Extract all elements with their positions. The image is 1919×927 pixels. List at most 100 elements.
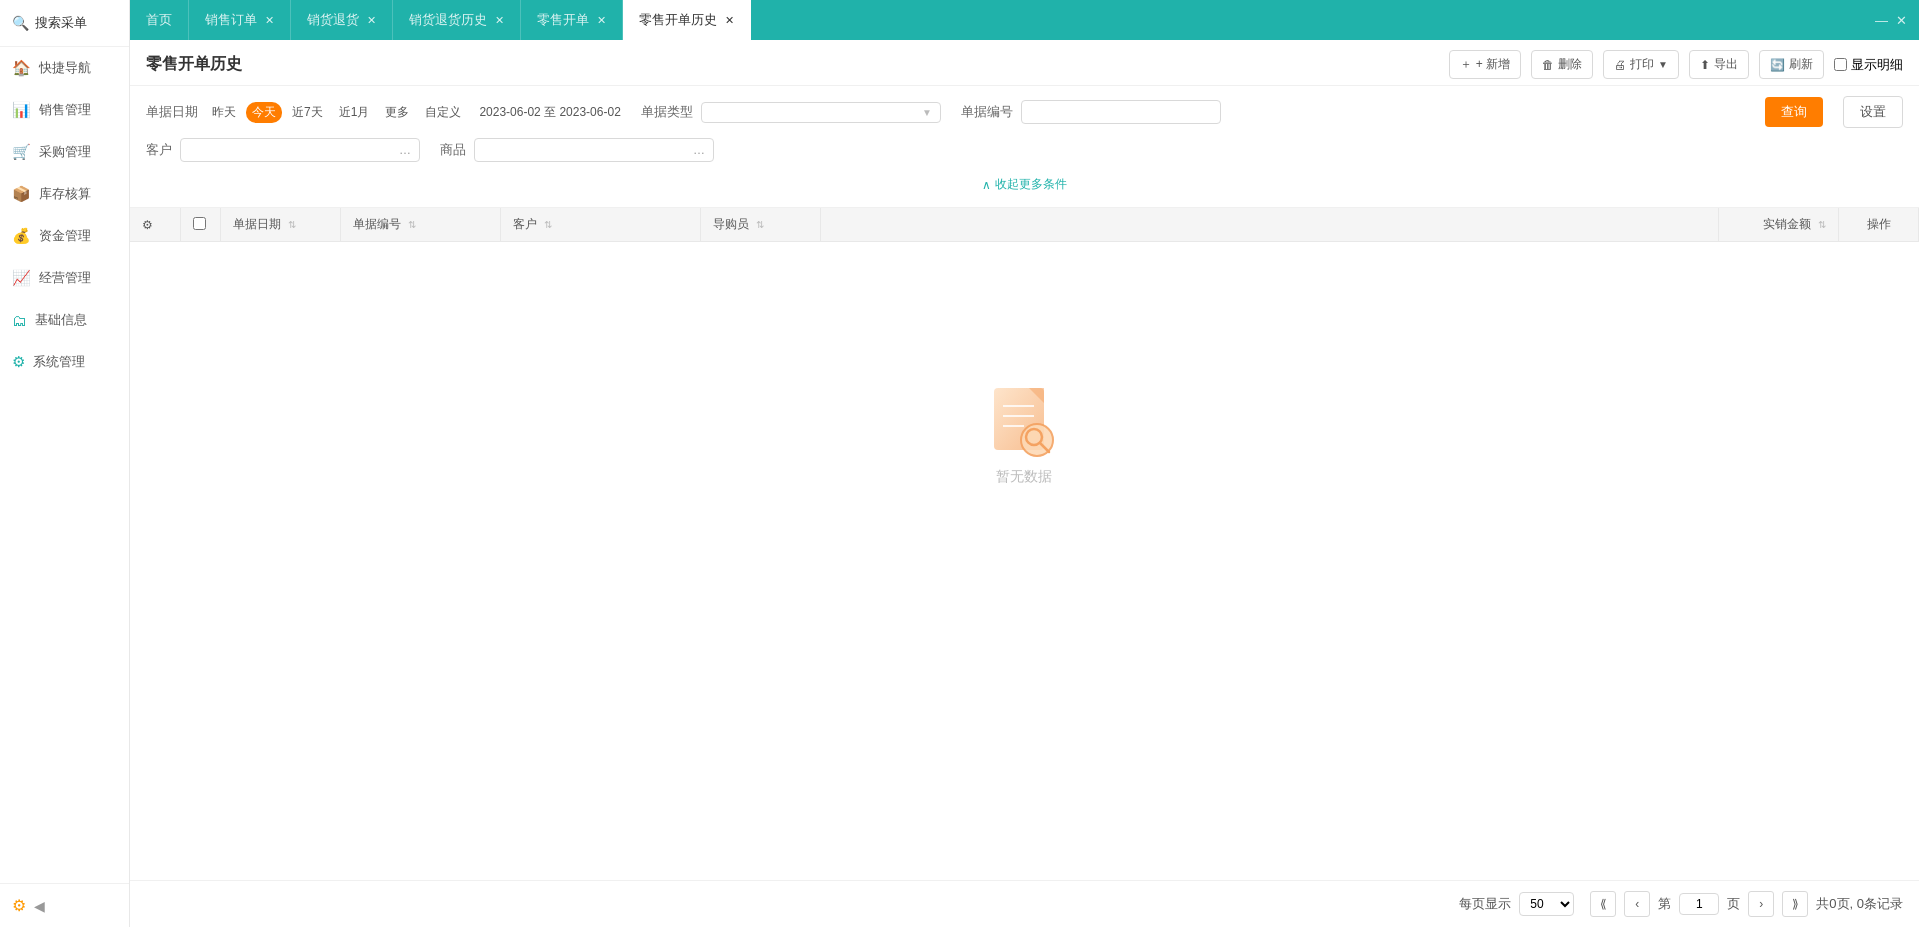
tab-close-sales-order[interactable]: ✕: [265, 14, 274, 27]
amount-sort-icon[interactable]: ⇅: [1818, 219, 1826, 230]
sidebar-item-finance[interactable]: 💰资金管理: [0, 215, 129, 257]
type-dropdown-icon: ▼: [922, 107, 932, 118]
th-checkbox: [180, 208, 220, 242]
select-all-checkbox[interactable]: [193, 217, 206, 230]
tab-close-retail-history[interactable]: ✕: [725, 14, 734, 27]
tab-bar-wrapper: 首页销售订单✕销货退货✕销货退货历史✕零售开单✕零售开单历史✕: [130, 0, 1863, 40]
empty-state: 暂无数据: [130, 242, 1919, 622]
tab-close-sales-return-history[interactable]: ✕: [495, 14, 504, 27]
delete-button[interactable]: 🗑 删除: [1531, 50, 1593, 79]
first-page-button[interactable]: ⟪: [1590, 891, 1616, 917]
filter-goods: 商品 …: [440, 138, 714, 162]
sales-mgmt-label: 销售管理: [39, 101, 91, 119]
type-label: 单据类型: [641, 103, 693, 121]
date-sort-icon[interactable]: ⇅: [288, 219, 296, 230]
goods-input[interactable]: …: [474, 138, 714, 162]
collapse-bar[interactable]: ∧ 收起更多条件: [146, 172, 1903, 197]
sidebar-item-base-info[interactable]: 🗂基础信息: [0, 299, 129, 341]
tab-sales-order[interactable]: 销售订单 ✕: [189, 0, 291, 40]
date-opt-more[interactable]: 更多: [379, 102, 415, 123]
page-label-before: 第: [1658, 895, 1671, 913]
sys-mgmt-label: 系统管理: [33, 353, 85, 371]
empty-state-cell: 暂无数据: [130, 242, 1919, 623]
tab-close-sales-return[interactable]: ✕: [367, 14, 376, 27]
th-spacer: [820, 208, 1719, 242]
date-opt-1month[interactable]: 近1月: [333, 102, 376, 123]
filter-customer: 客户 …: [146, 138, 420, 162]
th-customer: 客户 ⇅: [500, 208, 700, 242]
sidebar-item-sys-mgmt[interactable]: ⚙系统管理: [0, 341, 129, 383]
collapse-up-icon: ∧: [982, 178, 991, 192]
export-button[interactable]: ⬆ 导出: [1689, 50, 1749, 79]
tab-label-sales-return-history: 销货退货历史: [409, 11, 487, 29]
tab-label-sales-order: 销售订单: [205, 11, 257, 29]
filter-row-2: 客户 … 商品 …: [146, 138, 1903, 162]
settings-col-icon[interactable]: ⚙: [142, 218, 153, 232]
tab-close-retail-open[interactable]: ✕: [597, 14, 606, 27]
refresh-button[interactable]: 🔄 刷新: [1759, 50, 1824, 79]
date-opt-today[interactable]: 今天: [246, 102, 282, 123]
empty-illustration: [979, 378, 1069, 468]
customer-sort-icon[interactable]: ⇅: [544, 219, 552, 230]
goods-label: 商品: [440, 141, 466, 159]
date-opt-yesterday[interactable]: 昨天: [206, 102, 242, 123]
window-close-icon[interactable]: ✕: [1896, 13, 1907, 28]
tab-retail-history[interactable]: 零售开单历史✕: [623, 0, 751, 40]
date-opt-7days[interactable]: 近7天: [286, 102, 329, 123]
date-opt-custom[interactable]: 自定义: [419, 102, 467, 123]
filter-date: 单据日期 昨天 今天 近7天 近1月 更多 自定义 2023-06-02 至 2…: [146, 102, 621, 123]
order-no-sort-icon[interactable]: ⇅: [408, 219, 416, 230]
next-page-button[interactable]: ›: [1748, 891, 1774, 917]
tab-sales-return-history[interactable]: 销货退货历史 ✕: [393, 0, 521, 40]
inventory-label: 库存核算: [39, 185, 91, 203]
th-guide: 导购员 ⇅: [700, 208, 820, 242]
last-page-button[interactable]: ⟫: [1782, 891, 1808, 917]
window-minimize-icon[interactable]: —: [1875, 13, 1888, 28]
sidebar-item-operations[interactable]: 📈经营管理: [0, 257, 129, 299]
tab-label-retail-open: 零售开单: [537, 11, 589, 29]
print-button[interactable]: 🖨 打印 ▼: [1603, 50, 1679, 79]
total-label: 共0页, 0条记录: [1816, 895, 1903, 913]
prev-page-button[interactable]: ‹: [1624, 891, 1650, 917]
collapse-icon[interactable]: ◀: [34, 898, 45, 914]
sidebar-item-quick-nav[interactable]: 🏠 快捷导航: [0, 47, 129, 89]
order-no-input[interactable]: [1021, 100, 1221, 124]
sidebar-search-label: 搜索采单: [35, 14, 87, 32]
quick-nav-label: 快捷导航: [39, 59, 91, 77]
goods-ellipsis: …: [693, 143, 705, 157]
tab-sales-return[interactable]: 销货退货 ✕: [291, 0, 393, 40]
tab-label-sales-return: 销货退货: [307, 11, 359, 29]
sidebar-search[interactable]: 🔍 搜索采单: [0, 0, 129, 47]
type-select[interactable]: ▼: [701, 102, 941, 123]
quick-nav-icon: 🏠: [12, 59, 31, 77]
add-button[interactable]: ＋ + 新增: [1449, 50, 1521, 79]
table-body: 暂无数据: [130, 242, 1919, 623]
sidebar-item-inventory[interactable]: 📦库存核算: [0, 173, 129, 215]
tab-retail-open[interactable]: 零售开单 ✕: [521, 0, 623, 40]
display-detail-checkbox[interactable]: [1834, 58, 1847, 71]
page-size-select[interactable]: 50 100 200: [1519, 892, 1574, 916]
operations-label: 经营管理: [39, 269, 91, 287]
page-label-after: 页: [1727, 895, 1740, 913]
page-number-input[interactable]: [1679, 893, 1719, 915]
filter-order-no: 单据编号: [961, 100, 1221, 124]
guide-sort-icon[interactable]: ⇅: [756, 219, 764, 230]
table-header-row: ⚙ 单据日期 ⇅ 单据编号 ⇅: [130, 208, 1919, 242]
tab-bar-end: — ✕: [1863, 0, 1919, 40]
sidebar-item-purchase-mgmt[interactable]: 🛒采购管理: [0, 131, 129, 173]
sidebar-item-sales-mgmt[interactable]: 📊销售管理: [0, 89, 129, 131]
tab-home[interactable]: 首页: [130, 0, 189, 40]
settings-icon[interactable]: ⚙: [12, 896, 26, 915]
print-dropdown-icon: ▼: [1658, 59, 1668, 70]
date-label: 单据日期: [146, 103, 198, 121]
display-detail-toggle[interactable]: 显示明细: [1834, 56, 1903, 74]
settings-filter-button[interactable]: 设置: [1843, 96, 1903, 128]
page-title: 零售开单历史: [146, 54, 242, 75]
query-button[interactable]: 查询: [1765, 97, 1823, 127]
filter-row-1: 单据日期 昨天 今天 近7天 近1月 更多 自定义 2023-06-02 至 2…: [146, 96, 1903, 128]
pagination-bar: 每页显示 50 100 200 ⟪ ‹ 第 页 › ⟫ 共0页, 0条记录: [130, 880, 1919, 927]
purchase-mgmt-label: 采购管理: [39, 143, 91, 161]
customer-input[interactable]: …: [180, 138, 420, 162]
print-icon: 🖨: [1614, 58, 1626, 72]
content-area: 零售开单历史 ＋ + 新增 🗑 删除 🖨 打印 ▼ ⬆ 导出: [130, 40, 1919, 927]
